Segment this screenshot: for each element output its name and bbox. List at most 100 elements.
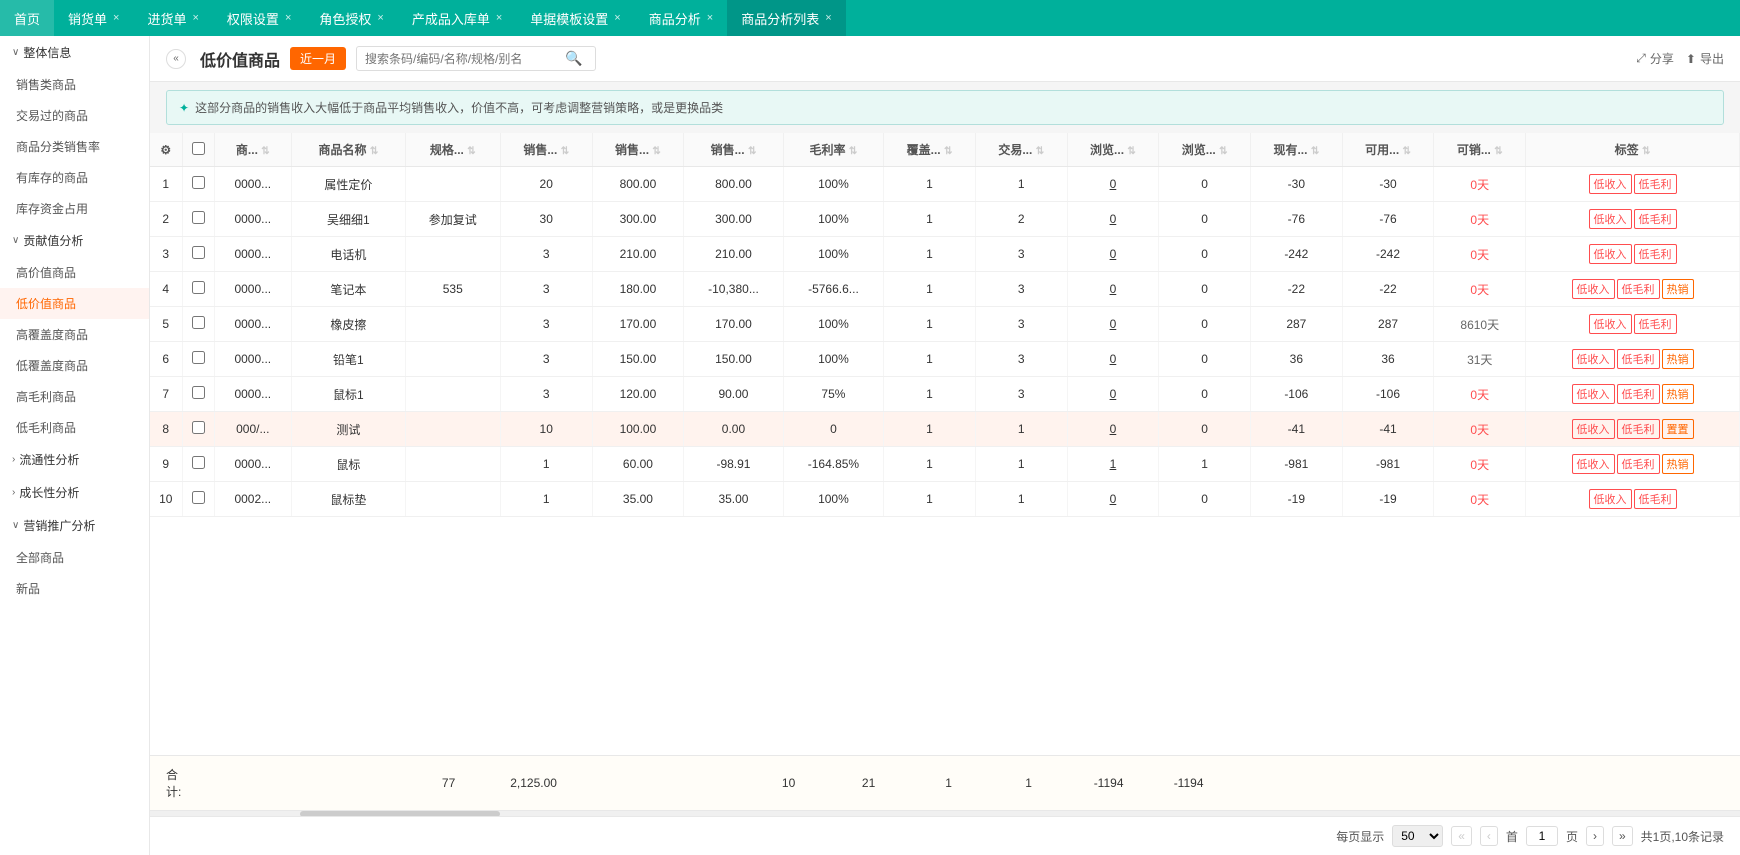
search-input[interactable] <box>365 52 565 66</box>
col-current[interactable]: 现有... ⇅ <box>1250 133 1342 167</box>
nav-item-单据模板设置[interactable]: 单据模板设置× <box>516 0 634 36</box>
row-checkbox[interactable] <box>192 176 205 189</box>
sidebar-item-商品分类销售率[interactable]: 商品分类销售率 <box>0 131 149 162</box>
col-tags[interactable]: 标签 ⇅ <box>1526 133 1740 167</box>
row-checkbox[interactable] <box>192 281 205 294</box>
col-spec[interactable]: 规格... ⇅ <box>405 133 500 167</box>
sidebar-item-高覆盖度商品[interactable]: 高覆盖度商品 <box>0 319 149 350</box>
prev-page-btn[interactable]: ‹ <box>1480 826 1498 846</box>
cell-checkbox[interactable] <box>182 167 214 202</box>
sidebar-item-高毛利商品[interactable]: 高毛利商品 <box>0 381 149 412</box>
sidebar-group-成长性分析[interactable]: ›成长性分析 <box>0 476 149 509</box>
row-checkbox[interactable] <box>192 421 205 434</box>
nav-close-产成品入库单[interactable]: × <box>496 12 502 24</box>
next-page-btn[interactable]: › <box>1586 826 1604 846</box>
sidebar-item-新品[interactable]: 新品 <box>0 573 149 604</box>
col-available[interactable]: 可用... ⇅ <box>1342 133 1434 167</box>
per-page-select[interactable]: 50 20 100 <box>1392 825 1443 847</box>
sidebar-group-流通性分析[interactable]: ›流通性分析 <box>0 443 149 476</box>
last-page-btn[interactable]: » <box>1612 826 1633 846</box>
select-all-checkbox[interactable] <box>192 142 205 155</box>
col-saleable[interactable]: 可销... ⇅ <box>1434 133 1526 167</box>
export-btn[interactable]: ⬆ 导出 <box>1686 50 1724 67</box>
nav-item-权限设置[interactable]: 权限设置× <box>213 0 305 36</box>
cell-checkbox[interactable] <box>182 377 214 412</box>
nav-item-角色授权[interactable]: 角色授权× <box>305 0 397 36</box>
cell-view1[interactable]: 1 <box>1067 447 1159 482</box>
col-coverage[interactable]: 覆盖... ⇅ <box>884 133 976 167</box>
cell-current: -19 <box>1250 482 1342 517</box>
sidebar-item-库存资金占用[interactable]: 库存资金占用 <box>0 193 149 224</box>
col-qty[interactable]: 销售... ⇅ <box>500 133 592 167</box>
col-view2[interactable]: 浏览... ⇅ <box>1159 133 1251 167</box>
nav-item-进货单[interactable]: 进货单× <box>133 0 212 36</box>
row-checkbox[interactable] <box>192 456 205 469</box>
sidebar-item-交易过的商品[interactable]: 交易过的商品 <box>0 100 149 131</box>
cell-view1[interactable]: 0 <box>1067 482 1159 517</box>
cell-days: 0天 <box>1434 412 1526 447</box>
nav-item-商品分析列表[interactable]: 商品分析列表× <box>727 0 845 36</box>
col-margin[interactable]: 毛利率 ⇅ <box>783 133 883 167</box>
search-icon[interactable]: 🔍 <box>565 50 582 67</box>
col-view1[interactable]: 浏览... ⇅ <box>1067 133 1159 167</box>
row-checkbox[interactable] <box>192 386 205 399</box>
cell-checkbox[interactable] <box>182 482 214 517</box>
table-wrapper[interactable]: ⚙ 商... ⇅ 商品名称 ⇅ 规格... ⇅ 销售... ⇅ 销售... ⇅ … <box>150 133 1740 755</box>
sidebar-item-低价值商品[interactable]: 低价值商品 <box>0 288 149 319</box>
col-settings[interactable]: ⚙ <box>150 133 182 167</box>
first-page-btn[interactable]: « <box>1451 826 1472 846</box>
cell-view1[interactable]: 0 <box>1067 167 1159 202</box>
sidebar-item-销售类商品[interactable]: 销售类商品 <box>0 69 149 100</box>
cell-checkbox[interactable] <box>182 237 214 272</box>
cell-tags: 低收入低毛利热销 <box>1526 377 1740 412</box>
cell-view1[interactable]: 0 <box>1067 412 1159 447</box>
col-name[interactable]: 商品名称 ⇅ <box>292 133 406 167</box>
sidebar-group-整体信息[interactable]: ∨整体信息 <box>0 36 149 69</box>
nav-close-商品分析[interactable]: × <box>707 12 713 24</box>
cell-view1[interactable]: 0 <box>1067 202 1159 237</box>
cell-checkbox[interactable] <box>182 202 214 237</box>
sidebar-group-贡献值分析[interactable]: ∨贡献值分析 <box>0 224 149 257</box>
time-filter-btn[interactable]: 近一月 <box>290 47 346 70</box>
sidebar-item-高价值商品[interactable]: 高价值商品 <box>0 257 149 288</box>
sidebar-item-低覆盖度商品[interactable]: 低覆盖度商品 <box>0 350 149 381</box>
col-sale-amount[interactable]: 销售... ⇅ <box>592 133 684 167</box>
nav-item-销货单[interactable]: 销货单× <box>54 0 133 36</box>
cell-checkbox[interactable] <box>182 447 214 482</box>
cell-view1[interactable]: 0 <box>1067 272 1159 307</box>
cell-view1[interactable]: 0 <box>1067 237 1159 272</box>
cell-checkbox[interactable] <box>182 307 214 342</box>
cell-checkbox[interactable] <box>182 272 214 307</box>
nav-close-销货单[interactable]: × <box>113 12 119 24</box>
footer-total: 合计: 77 2,125.00 10 21 1 1 -1194 -1194 <box>150 755 1740 810</box>
row-checkbox[interactable] <box>192 211 205 224</box>
nav-item-首页[interactable]: 首页 <box>0 0 54 36</box>
col-checkbox[interactable] <box>182 133 214 167</box>
nav-close-单据模板设置[interactable]: × <box>614 12 620 24</box>
nav-close-权限设置[interactable]: × <box>285 12 291 24</box>
page-input[interactable] <box>1526 826 1558 846</box>
cell-view1[interactable]: 0 <box>1067 307 1159 342</box>
row-checkbox[interactable] <box>192 351 205 364</box>
sidebar-collapse-btn[interactable]: « <box>166 49 186 69</box>
sidebar-item-低毛利商品[interactable]: 低毛利商品 <box>0 412 149 443</box>
sidebar-item-有库存的商品[interactable]: 有库存的商品 <box>0 162 149 193</box>
row-checkbox[interactable] <box>192 246 205 259</box>
share-btn[interactable]: ⤢ 分享 <box>1636 50 1674 67</box>
cell-checkbox[interactable] <box>182 412 214 447</box>
row-checkbox[interactable] <box>192 491 205 504</box>
cell-view1[interactable]: 0 <box>1067 377 1159 412</box>
nav-item-产成品入库单[interactable]: 产成品入库单× <box>398 0 516 36</box>
nav-close-商品分析列表[interactable]: × <box>825 12 831 24</box>
col-code[interactable]: 商... ⇅ <box>214 133 292 167</box>
nav-item-商品分析[interactable]: 商品分析× <box>635 0 727 36</box>
nav-close-进货单[interactable]: × <box>192 12 198 24</box>
sidebar-group-营销推广分析[interactable]: ∨营销推广分析 <box>0 509 149 542</box>
col-sale-price[interactable]: 销售... ⇅ <box>684 133 783 167</box>
cell-checkbox[interactable] <box>182 342 214 377</box>
sidebar-item-全部商品[interactable]: 全部商品 <box>0 542 149 573</box>
row-checkbox[interactable] <box>192 316 205 329</box>
nav-close-角色授权[interactable]: × <box>377 12 383 24</box>
cell-view1[interactable]: 0 <box>1067 342 1159 377</box>
col-deal[interactable]: 交易... ⇅ <box>975 133 1067 167</box>
